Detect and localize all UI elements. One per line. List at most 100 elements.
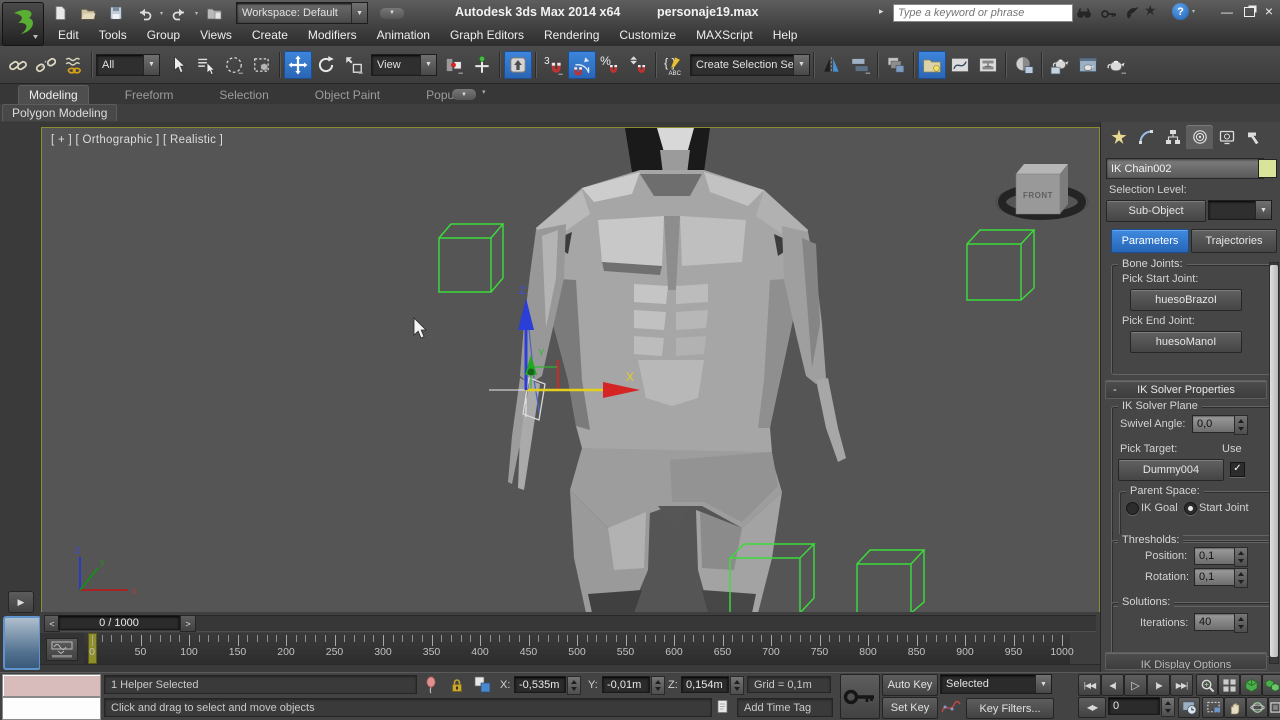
previous-frame-button[interactable]: ◀|: [1101, 674, 1124, 696]
render-setup-button[interactable]: [1046, 51, 1074, 79]
workspace-dropdown-arrow[interactable]: ▼: [351, 3, 368, 23]
close-button[interactable]: ×: [1258, 3, 1280, 19]
snaps-toggle-button[interactable]: 3: [540, 51, 568, 79]
y-coordinate-field[interactable]: -0,01m: [602, 676, 650, 693]
menu-maxscript[interactable]: MAXScript: [686, 25, 763, 45]
sub-object-level-arrow[interactable]: ▼: [1255, 201, 1271, 219]
subscription-button[interactable]: [1096, 3, 1120, 23]
go-to-start-button[interactable]: |◀◀: [1078, 674, 1101, 696]
ik-solver-properties-rollout[interactable]: - IK Solver Properties: [1105, 380, 1267, 399]
named-selection-set-arrow[interactable]: ▼: [793, 54, 809, 75]
mini-curve-editor-button[interactable]: [46, 638, 78, 661]
unlink-selection-button[interactable]: [32, 51, 60, 79]
select-and-rotate-button[interactable]: [312, 51, 340, 79]
undo-button[interactable]: [132, 3, 156, 23]
tab-modify[interactable]: [1132, 125, 1159, 149]
menu-tools[interactable]: Tools: [89, 25, 137, 45]
infocenter-flyout-icon[interactable]: ▸: [879, 6, 884, 17]
key-filter-mode-arrow[interactable]: ▼: [1035, 675, 1051, 693]
menu-animation[interactable]: Animation: [367, 25, 440, 45]
sub-object-button[interactable]: Sub-Object: [1106, 200, 1206, 222]
rendered-frame-window-button[interactable]: [1074, 51, 1102, 79]
reference-coordinate-combo[interactable]: View ▼: [371, 53, 437, 76]
keyboard-shortcut-override-button[interactable]: [504, 50, 532, 79]
tab-motion[interactable]: [1186, 125, 1213, 149]
spinner-down-icon[interactable]: [734, 687, 740, 691]
new-scene-button[interactable]: [48, 3, 72, 23]
pick-end-joint-button[interactable]: huesoManoI: [1130, 331, 1242, 353]
spinner-down-icon[interactable]: [1165, 708, 1171, 713]
select-and-link-button[interactable]: [4, 51, 32, 79]
play-animation-button[interactable]: ▷: [1124, 674, 1147, 696]
go-to-end-button[interactable]: ▶▶|: [1170, 674, 1193, 696]
select-object-button[interactable]: [164, 51, 192, 79]
object-name-field[interactable]: IK Chain002: [1106, 158, 1264, 179]
next-frame-button[interactable]: |▶: [1147, 674, 1170, 696]
trajectories-tab-button[interactable]: Trajectories: [1191, 229, 1277, 253]
time-configuration-button[interactable]: [1178, 697, 1200, 718]
spinner-up-icon[interactable]: [571, 680, 577, 684]
auto-key-button[interactable]: Auto Key: [882, 674, 938, 696]
reference-coordinate-arrow[interactable]: ▼: [420, 54, 436, 75]
panel-scrollbar-thumb[interactable]: [1270, 265, 1278, 657]
x-coordinate-field[interactable]: -0,535m: [514, 676, 566, 693]
ribbon-tab-freeform[interactable]: Freeform: [115, 86, 184, 104]
menu-customize[interactable]: Customize: [609, 25, 686, 45]
tab-create[interactable]: [1105, 125, 1132, 149]
window-crossing-button[interactable]: [248, 51, 276, 79]
help-dropdown-arrow[interactable]: ▾: [1192, 8, 1195, 15]
search-input[interactable]: [893, 4, 1073, 22]
z-coordinate-spinner[interactable]: [730, 676, 744, 695]
z-coordinate-field[interactable]: 0,154m: [681, 676, 729, 693]
key-mode-toggle-button[interactable]: ◀▶: [1078, 697, 1106, 718]
app-menu-button[interactable]: [2, 2, 44, 46]
menu-edit[interactable]: Edit: [48, 25, 89, 45]
redo-button[interactable]: [167, 3, 191, 23]
orbit-view-button[interactable]: [1246, 697, 1268, 718]
use-target-checkbox[interactable]: ✓: [1230, 462, 1245, 477]
undo-dropdown[interactable]: ▾: [160, 10, 163, 17]
key-filters-button[interactable]: Key Filters...: [966, 698, 1054, 719]
swivel-angle-field[interactable]: 0,0: [1192, 415, 1240, 433]
restore-button[interactable]: [1238, 4, 1260, 20]
time-slider-track[interactable]: [44, 615, 1096, 632]
default-in-out-tangents-button[interactable]: [940, 699, 962, 719]
named-selection-set-combo[interactable]: Create Selection Se ▼: [690, 53, 810, 76]
start-joint-radio[interactable]: [1184, 502, 1197, 515]
selection-filter-arrow[interactable]: ▼: [143, 54, 159, 75]
search-button[interactable]: [1072, 3, 1096, 23]
swivel-angle-spinner[interactable]: [1234, 415, 1248, 435]
bind-to-space-warp-button[interactable]: [60, 51, 88, 79]
sub-object-level-combo[interactable]: ▼: [1208, 200, 1272, 220]
ribbon-minimize-arrow[interactable]: ▾: [482, 88, 486, 96]
viewport-layout-tab[interactable]: [3, 616, 41, 670]
add-time-tag-field[interactable]: Add Time Tag: [737, 698, 833, 717]
graphite-ribbon-toggle-button[interactable]: [918, 50, 946, 79]
maxscript-mini-listener-white[interactable]: [2, 697, 101, 720]
position-threshold-spinner[interactable]: [1234, 547, 1248, 567]
use-pivot-point-button[interactable]: [440, 51, 468, 79]
selection-lock-toggle[interactable]: [449, 677, 465, 696]
menu-help[interactable]: Help: [763, 25, 808, 45]
field-of-view-button[interactable]: [1202, 697, 1224, 718]
spinner-down-icon[interactable]: [1238, 579, 1244, 584]
maximize-viewport-toggle[interactable]: [1268, 697, 1280, 718]
object-color-swatch[interactable]: [1258, 159, 1277, 178]
tab-hierarchy[interactable]: [1159, 125, 1186, 149]
redo-dropdown[interactable]: ▾: [195, 10, 198, 17]
communication-center-button[interactable]: [1120, 3, 1144, 23]
maxscript-mini-listener-pink[interactable]: [2, 674, 101, 697]
save-file-button[interactable]: [104, 3, 128, 23]
manage-layers-button[interactable]: [882, 51, 910, 79]
zoom-extents-button[interactable]: [1240, 674, 1262, 696]
menu-group[interactable]: Group: [137, 25, 190, 45]
menu-views[interactable]: Views: [190, 25, 242, 45]
zoom-mode-button[interactable]: [1196, 674, 1218, 696]
viewcube[interactable]: FRONT: [995, 164, 1089, 220]
select-by-name-button[interactable]: [192, 51, 220, 79]
rotation-threshold-spinner[interactable]: [1234, 568, 1248, 588]
panel-scrollbar[interactable]: [1269, 262, 1279, 664]
ribbon-tab-object-paint[interactable]: Object Paint: [305, 86, 390, 104]
spinner-up-icon[interactable]: [1165, 701, 1171, 706]
select-and-scale-button[interactable]: [340, 51, 368, 79]
